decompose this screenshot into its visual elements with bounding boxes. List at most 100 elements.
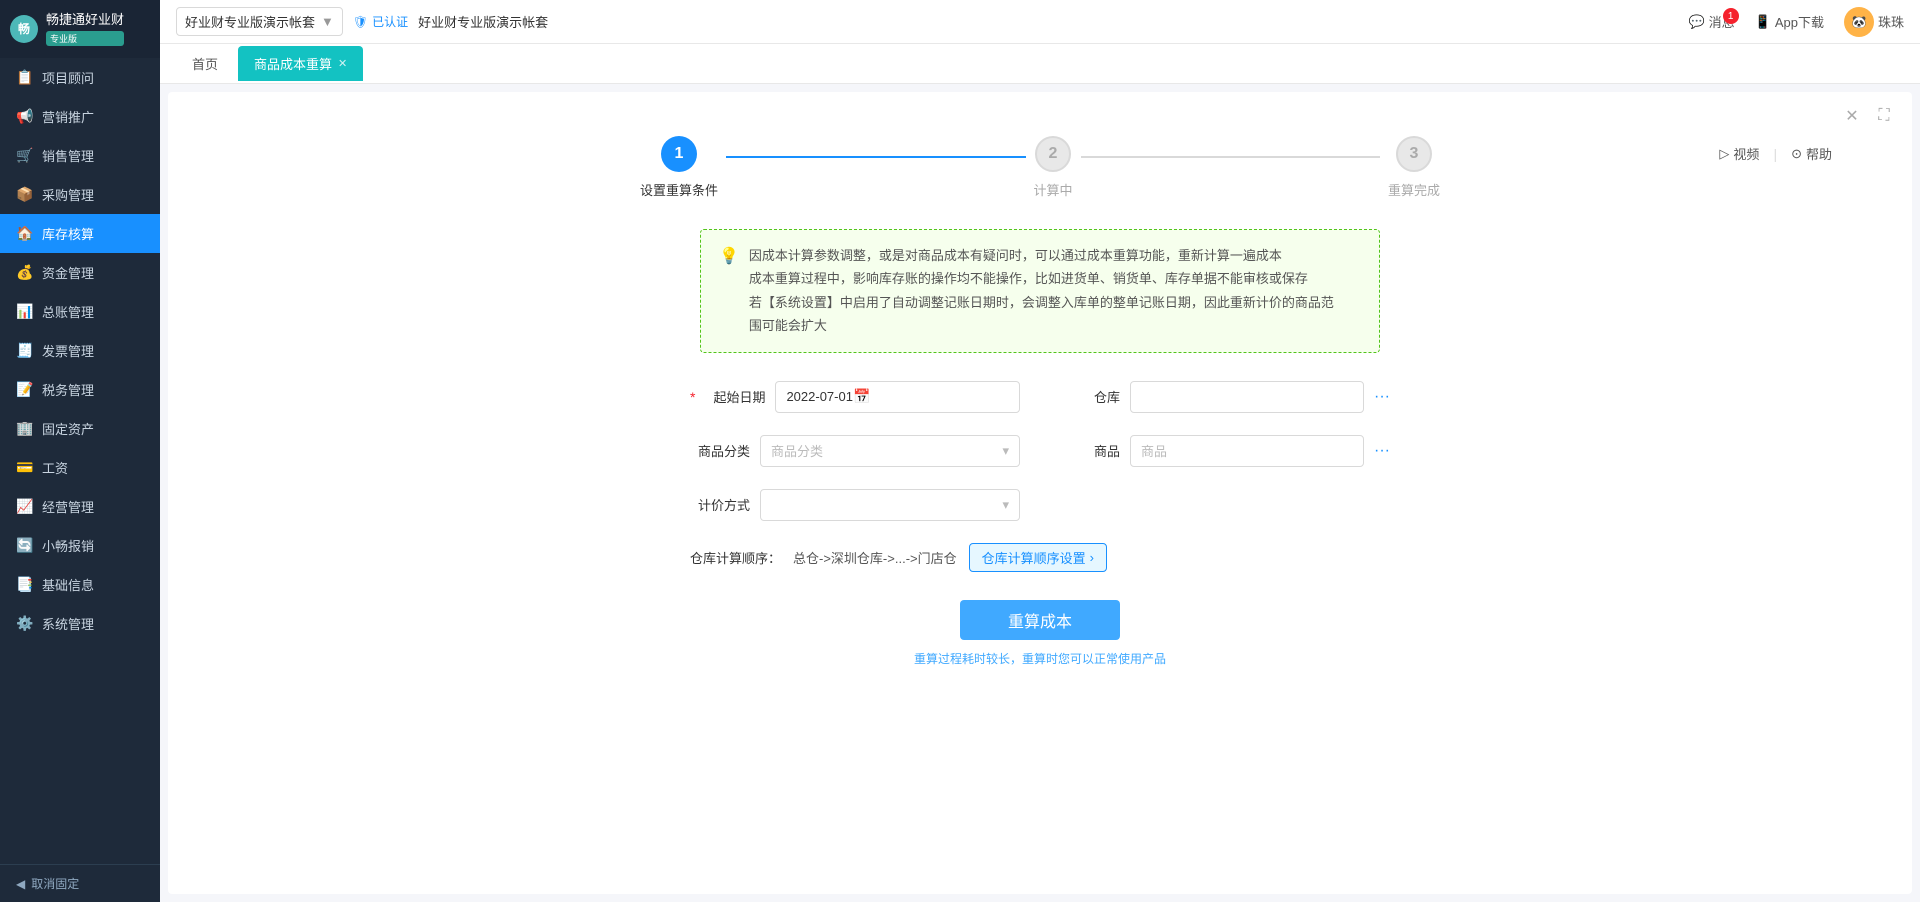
warehouse-label: 仓库 — [1060, 387, 1120, 406]
product-ellipsis-button[interactable]: ··· — [1374, 442, 1390, 460]
sidebar-item-project[interactable]: 📋 项目顾问 — [0, 58, 160, 97]
recalc-button[interactable]: 重算成本 — [960, 600, 1120, 640]
tax-icon: 📝 — [16, 380, 34, 398]
message-action[interactable]: 💬 消息 1 — [1688, 12, 1734, 31]
sidebar-unpin-button[interactable]: ◀ 取消固定 — [0, 864, 160, 902]
sidebar-item-fixed-assets[interactable]: 🏢 固定资产 — [0, 409, 160, 448]
calendar-icon: 📅 — [853, 388, 870, 405]
tab-home-label: 首页 — [192, 54, 218, 73]
warehouse-order-row: 仓库计算顺序： 总仓->深圳仓库->...->门店仓 仓库计算顺序设置 › — [690, 543, 1390, 572]
verified-badge: 🛡 已认证 — [353, 13, 408, 30]
help-label: 帮助 — [1806, 144, 1832, 163]
form-row-2: 商品分类 商品分类 ▾ 商品 商品 ··· — [690, 435, 1390, 467]
fixed-assets-label: 固定资产 — [42, 419, 94, 438]
basic-icon: 📑 — [16, 575, 34, 593]
category-placeholder: 商品分类 — [771, 441, 823, 460]
inventory-label: 库存核算 — [42, 224, 94, 243]
start-date-field: * 起始日期 2022-07-01 📅 — [690, 381, 1020, 413]
user-name: 珠珠 — [1878, 12, 1904, 31]
marketing-icon: 📢 — [16, 107, 34, 125]
recalc-section: 重算成本 重算过程耗时较长，重算时您可以正常使用产品 — [690, 600, 1390, 667]
step-3-label: 重算完成 — [1388, 180, 1440, 199]
info-icon: 💡 — [719, 246, 739, 338]
order-setting-chevron: › — [1090, 550, 1094, 565]
tab-close-icon[interactable]: ✕ — [338, 57, 347, 70]
help-action[interactable]: ⊙ 帮助 — [1791, 144, 1832, 163]
sales-icon: 🛒 — [16, 146, 34, 164]
account-selector-chevron: ▼ — [321, 14, 334, 29]
user-avatar-action[interactable]: 🐼 珠珠 — [1844, 7, 1904, 37]
sidebar-item-marketing[interactable]: 📢 营销推广 — [0, 97, 160, 136]
step-2-circle: 2 — [1035, 136, 1071, 172]
product-input[interactable]: 商品 — [1130, 435, 1364, 467]
tab-cost-recalc[interactable]: 商品成本重算 ✕ — [238, 46, 363, 81]
info-text: 因成本计算参数调整，或是对商品成本有疑问时，可以通过成本重算功能，重新计算一遍成… — [749, 244, 1334, 338]
pricing-chevron-icon: ▾ — [1002, 497, 1009, 513]
invoice-label: 发票管理 — [42, 341, 94, 360]
form-row-1: * 起始日期 2022-07-01 📅 仓库 ··· — [690, 381, 1390, 413]
message-badge: 1 — [1723, 8, 1739, 24]
project-icon: 📋 — [16, 68, 34, 86]
info-box: 💡 因成本计算参数调整，或是对商品成本有疑问时，可以通过成本重算功能，重新计算一… — [700, 229, 1380, 353]
category-label: 商品分类 — [690, 441, 750, 460]
accounting-label: 总账管理 — [42, 302, 94, 321]
app-download-action[interactable]: 📱 App下载 — [1755, 12, 1824, 31]
sidebar-item-basic[interactable]: 📑 基础信息 — [0, 565, 160, 604]
sidebar-item-purchase[interactable]: 📦 采购管理 — [0, 175, 160, 214]
sidebar-item-system[interactable]: ⚙️ 系统管理 — [0, 604, 160, 643]
warehouse-ellipsis-button[interactable]: ··· — [1374, 388, 1390, 406]
step-group: 1 设置重算条件 2 计算中 3 重算完成 — [640, 136, 1440, 199]
marketing-label: 营销推广 — [42, 107, 94, 126]
account-selector[interactable]: 好业财专业版演示帐套 ▼ — [176, 7, 343, 36]
order-setting-label: 仓库计算顺序设置 — [982, 548, 1086, 567]
sales-label: 销售管理 — [42, 146, 94, 165]
category-field: 商品分类 商品分类 ▾ — [690, 435, 1020, 467]
sidebar-item-tax[interactable]: 📝 税务管理 — [0, 370, 160, 409]
main-area: 好业财专业版演示帐套 ▼ 🛡 已认证 好业财专业版演示帐套 💬 消息 1 📱 A… — [160, 0, 1920, 902]
step-1-label: 设置重算条件 — [640, 180, 718, 199]
top-header: 好业财专业版演示帐套 ▼ 🛡 已认证 好业财专业版演示帐套 💬 消息 1 📱 A… — [160, 0, 1920, 44]
invoice-icon: 🧾 — [16, 341, 34, 359]
product-label: 商品 — [1060, 441, 1120, 460]
category-chevron-icon: ▾ — [1002, 443, 1009, 459]
sidebar-item-sales[interactable]: 🛒 销售管理 — [0, 136, 160, 175]
accounting-icon: 📊 — [16, 302, 34, 320]
warehouse-input[interactable] — [1130, 381, 1364, 413]
purchase-icon: 📦 — [16, 185, 34, 203]
warehouse-order-setting-button[interactable]: 仓库计算顺序设置 › — [969, 543, 1107, 572]
warehouse-order-label: 仓库计算顺序： — [690, 548, 781, 567]
tab-cost-recalc-label: 商品成本重算 — [254, 54, 332, 73]
operation-label: 经营管理 — [42, 497, 94, 516]
sidebar-item-payroll[interactable]: 💳 工资 — [0, 448, 160, 487]
sidebar-item-expense[interactable]: 🔄 小畅报销 — [0, 526, 160, 565]
step-line-2 — [1081, 156, 1380, 158]
sidebar-item-accounting[interactable]: 📊 总账管理 — [0, 292, 160, 331]
pricing-select[interactable]: ▾ — [760, 489, 1020, 521]
form-container: * 起始日期 2022-07-01 📅 仓库 ··· — [690, 381, 1390, 667]
video-action[interactable]: ▷ 视频 — [1719, 144, 1759, 163]
step-2: 2 计算中 — [1034, 136, 1073, 199]
system-label: 系统管理 — [42, 614, 94, 633]
category-select[interactable]: 商品分类 ▾ — [760, 435, 1020, 467]
content-area: ✕ ⛶ ▷ 视频 | ⊙ 帮助 1 设置重算条件 — [168, 92, 1912, 894]
product-placeholder: 商品 — [1141, 441, 1167, 460]
purchase-label: 采购管理 — [42, 185, 94, 204]
expand-window-button[interactable]: ⛶ — [1872, 104, 1896, 128]
start-date-input[interactable]: 2022-07-01 📅 — [775, 381, 1020, 413]
tab-home[interactable]: 首页 — [176, 46, 234, 81]
expense-label: 小畅报销 — [42, 536, 94, 555]
sidebar-item-invoice[interactable]: 🧾 发票管理 — [0, 331, 160, 370]
video-label: 视频 — [1733, 144, 1759, 163]
system-icon: ⚙️ — [16, 614, 34, 632]
start-date-label: 起始日期 — [705, 387, 765, 406]
inventory-icon: 🏠 — [16, 224, 34, 242]
warehouse-field: 仓库 ··· — [1060, 381, 1390, 413]
warehouse-order-value: 总仓->深圳仓库->...->门店仓 — [793, 548, 957, 567]
sidebar-item-operation[interactable]: 📈 经营管理 — [0, 487, 160, 526]
sidebar-item-finance[interactable]: 💰 资金管理 — [0, 253, 160, 292]
divider: | — [1773, 146, 1777, 162]
finance-label: 资金管理 — [42, 263, 94, 282]
message-icon: 💬 — [1688, 14, 1704, 30]
sidebar-item-inventory[interactable]: 🏠 库存核算 — [0, 214, 160, 253]
recalc-label: 重算成本 — [1008, 614, 1072, 631]
